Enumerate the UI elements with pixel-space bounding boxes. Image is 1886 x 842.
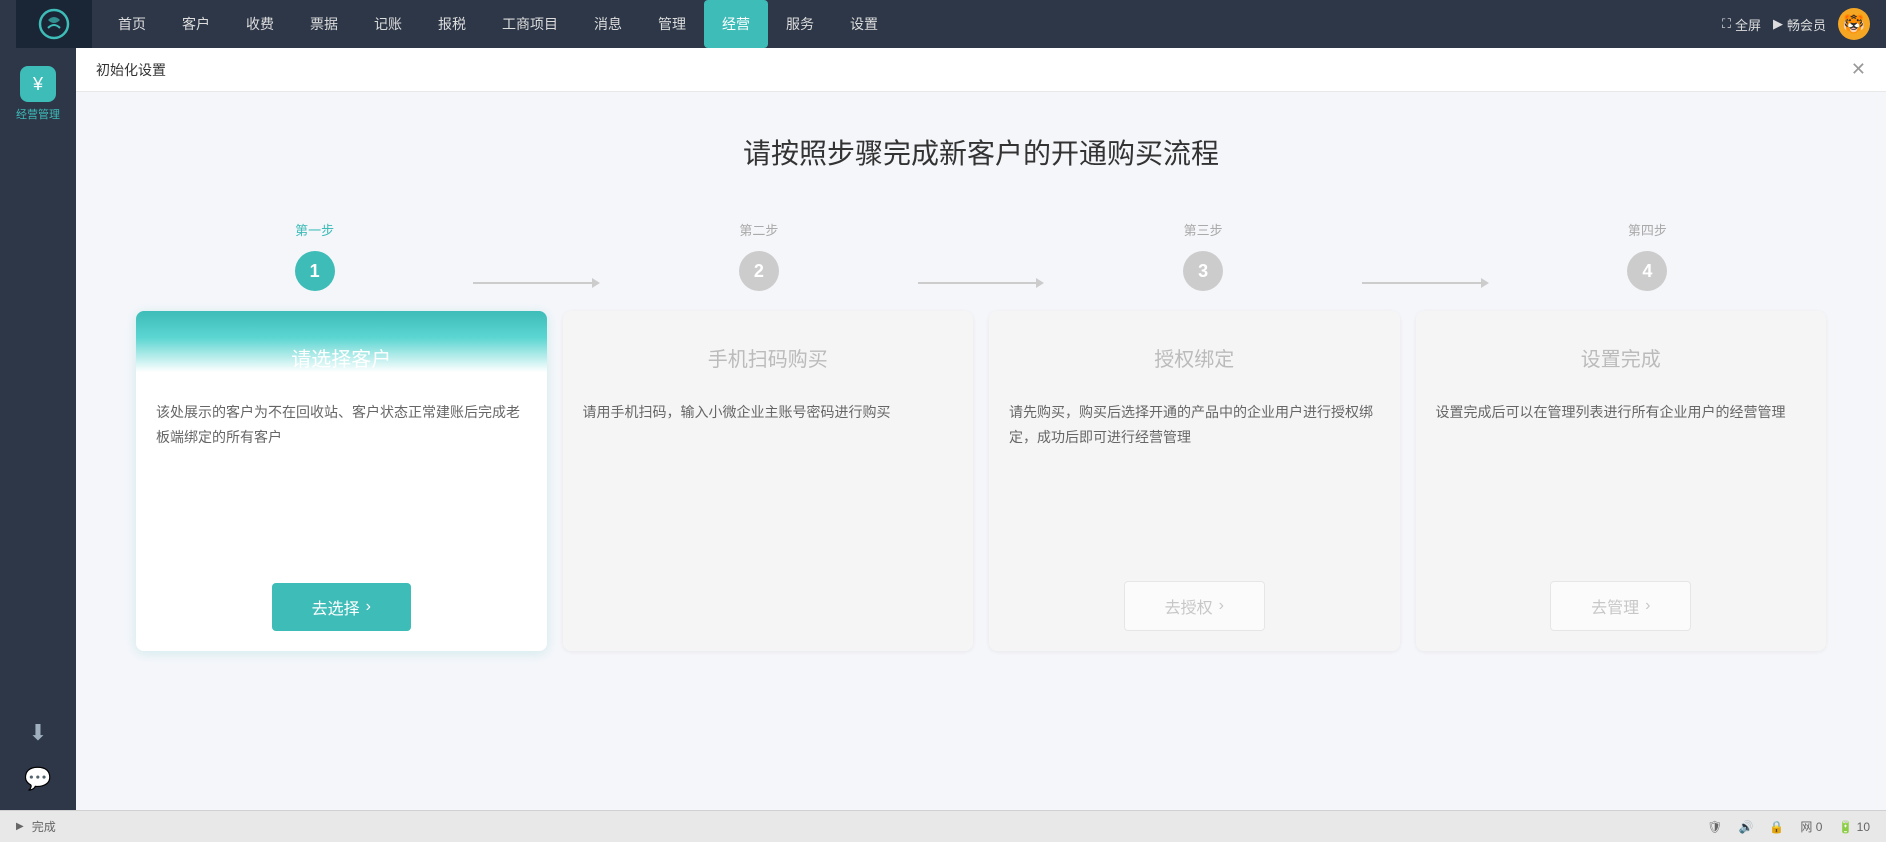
card-4-title: 设置完成 — [1436, 335, 1807, 380]
step-4-circle: 4 — [1627, 251, 1667, 291]
card-2-title: 手机扫码购买 — [583, 335, 954, 380]
app-logo — [16, 0, 92, 48]
card-1-desc: 该处展示的客户为不在回收站、客户状态正常建账后完成老板端绑定的所有客户 — [156, 400, 527, 567]
card-3-title: 授权绑定 — [1009, 335, 1380, 380]
card-2-desc: 请用手机扫码，输入小微企业主账号密码进行购买 — [583, 400, 954, 615]
wifi-icon: 网 0 — [1800, 818, 1822, 835]
step-3: 第三步 3 — [1044, 220, 1361, 291]
step-2-circle: 2 — [739, 251, 779, 291]
top-navigation: 首页客户收费票据记账报税工商项目消息管理经营服务设置 ⛶ 全屏 ▶ 畅会员 🐯 — [0, 0, 1886, 48]
card-4: 设置完成 设置完成后可以在管理列表进行所有企业用户的经营管理 去管理 › — [1416, 311, 1827, 651]
play-icon: ▶ — [16, 821, 24, 832]
step-2: 第二步 2 — [600, 220, 917, 291]
step-2-label: 第二步 — [739, 220, 778, 239]
nav-item-收费[interactable]: 收费 — [228, 0, 292, 48]
nav-item-服务[interactable]: 服务 — [768, 0, 832, 48]
card-3-desc: 请先购买，购买后选择开通的产品中的企业用户进行授权绑定，成功后即可进行经营管理 — [1009, 400, 1380, 565]
arrow-1 — [473, 278, 600, 288]
page-title: 请按照步骤完成新客户的开通购买流程 — [136, 132, 1826, 172]
nav-item-记账[interactable]: 记账 — [356, 0, 420, 48]
step-1: 第一步 1 — [156, 220, 473, 291]
nav-item-经营[interactable]: 经营 — [704, 0, 768, 48]
main-content: 初始化设置 ✕ 请按照步骤完成新客户的开通购买流程 第一步 1 第二步 2 — [76, 48, 1886, 810]
step-3-label: 第三步 — [1184, 220, 1223, 239]
cards-row: 请选择客户 该处展示的客户为不在回收站、客户状态正常建账后完成老板端绑定的所有客… — [136, 311, 1826, 651]
arrow-icon-1: › — [366, 598, 371, 616]
go-select-button[interactable]: 去选择 › — [272, 583, 411, 631]
card-3: 授权绑定 请先购买，购买后选择开通的产品中的企业用户进行授权绑定，成功后即可进行… — [989, 311, 1400, 651]
statusbar-status: 完成 — [32, 818, 56, 835]
go-manage-button[interactable]: 去管理 › — [1550, 581, 1691, 631]
step-4: 第四步 4 — [1489, 220, 1806, 291]
card-1-title: 请选择客户 — [156, 335, 527, 380]
arrow-2 — [918, 278, 1045, 288]
content-area: 请按照步骤完成新客户的开通购买流程 第一步 1 第二步 2 — [76, 92, 1886, 810]
sidebar-item-support[interactable]: 💬 — [0, 756, 76, 802]
lock-icon: 🔒 — [1769, 820, 1784, 834]
user-avatar[interactable]: 🐯 — [1838, 8, 1870, 40]
fullscreen-btn[interactable]: ⛶ 全屏 — [1722, 15, 1761, 34]
management-icon: ¥ — [20, 66, 56, 102]
nav-items: 首页客户收费票据记账报税工商项目消息管理经营服务设置 — [100, 0, 896, 48]
nav-item-首页[interactable]: 首页 — [100, 0, 164, 48]
card-1-btn-container: 去选择 › — [156, 567, 527, 631]
battery-icon: 🔋 10 — [1838, 820, 1870, 834]
arrow-3 — [1362, 278, 1489, 288]
statusbar-right: 🛡 🔊 🔒 网 0 🔋 10 — [1707, 818, 1870, 835]
close-button[interactable]: ✕ — [1851, 59, 1866, 80]
step-3-circle: 3 — [1183, 251, 1223, 291]
volume-icon: 🔊 — [1738, 820, 1753, 834]
step-4-label: 第四步 — [1628, 220, 1667, 239]
shield-icon: 🛡 — [1707, 820, 1722, 834]
member-btn[interactable]: ▶ 畅会员 — [1773, 15, 1826, 34]
breadcrumb-bar: 初始化设置 ✕ — [76, 48, 1886, 92]
support-icon: 💬 — [24, 766, 51, 792]
video-icon: ▶ — [1773, 16, 1783, 32]
statusbar: ▶ 完成 🛡 🔊 🔒 网 0 🔋 10 — [0, 810, 1886, 842]
breadcrumb: 初始化设置 — [96, 60, 166, 80]
fullscreen-icon: ⛶ — [1722, 16, 1731, 32]
nav-item-消息[interactable]: 消息 — [576, 0, 640, 48]
step-1-circle: 1 — [295, 251, 335, 291]
card-4-btn-container: 去管理 › — [1436, 565, 1807, 631]
nav-item-客户[interactable]: 客户 — [164, 0, 228, 48]
sidebar-item-management[interactable]: ¥ 经营管理 — [0, 56, 76, 132]
download-icon: ⬇ — [29, 720, 47, 746]
step-1-label: 第一步 — [295, 220, 334, 239]
nav-item-工商项目[interactable]: 工商项目 — [484, 0, 576, 48]
card-3-btn-container: 去授权 › — [1009, 565, 1380, 631]
sidebar: ¥ 经营管理 ⬇ 💬 — [0, 48, 76, 810]
sidebar-item-download[interactable]: ⬇ — [0, 710, 76, 756]
go-authorize-button[interactable]: 去授权 › — [1124, 581, 1265, 631]
card-2: 手机扫码购买 请用手机扫码，输入小微企业主账号密码进行购买 — [563, 311, 974, 651]
card-1: 请选择客户 该处展示的客户为不在回收站、客户状态正常建账后完成老板端绑定的所有客… — [136, 311, 547, 651]
card-2-btn-container — [583, 615, 954, 631]
arrow-icon-3: › — [1219, 597, 1224, 615]
arrow-icon-4: › — [1645, 597, 1650, 615]
card-4-desc: 设置完成后可以在管理列表进行所有企业用户的经营管理 — [1436, 400, 1807, 565]
nav-right: ⛶ 全屏 ▶ 畅会员 🐯 — [1722, 8, 1870, 40]
nav-item-报税[interactable]: 报税 — [420, 0, 484, 48]
nav-item-管理[interactable]: 管理 — [640, 0, 704, 48]
nav-item-票据[interactable]: 票据 — [292, 0, 356, 48]
steps-row: 第一步 1 第二步 2 — [136, 220, 1826, 291]
nav-item-设置[interactable]: 设置 — [832, 0, 896, 48]
